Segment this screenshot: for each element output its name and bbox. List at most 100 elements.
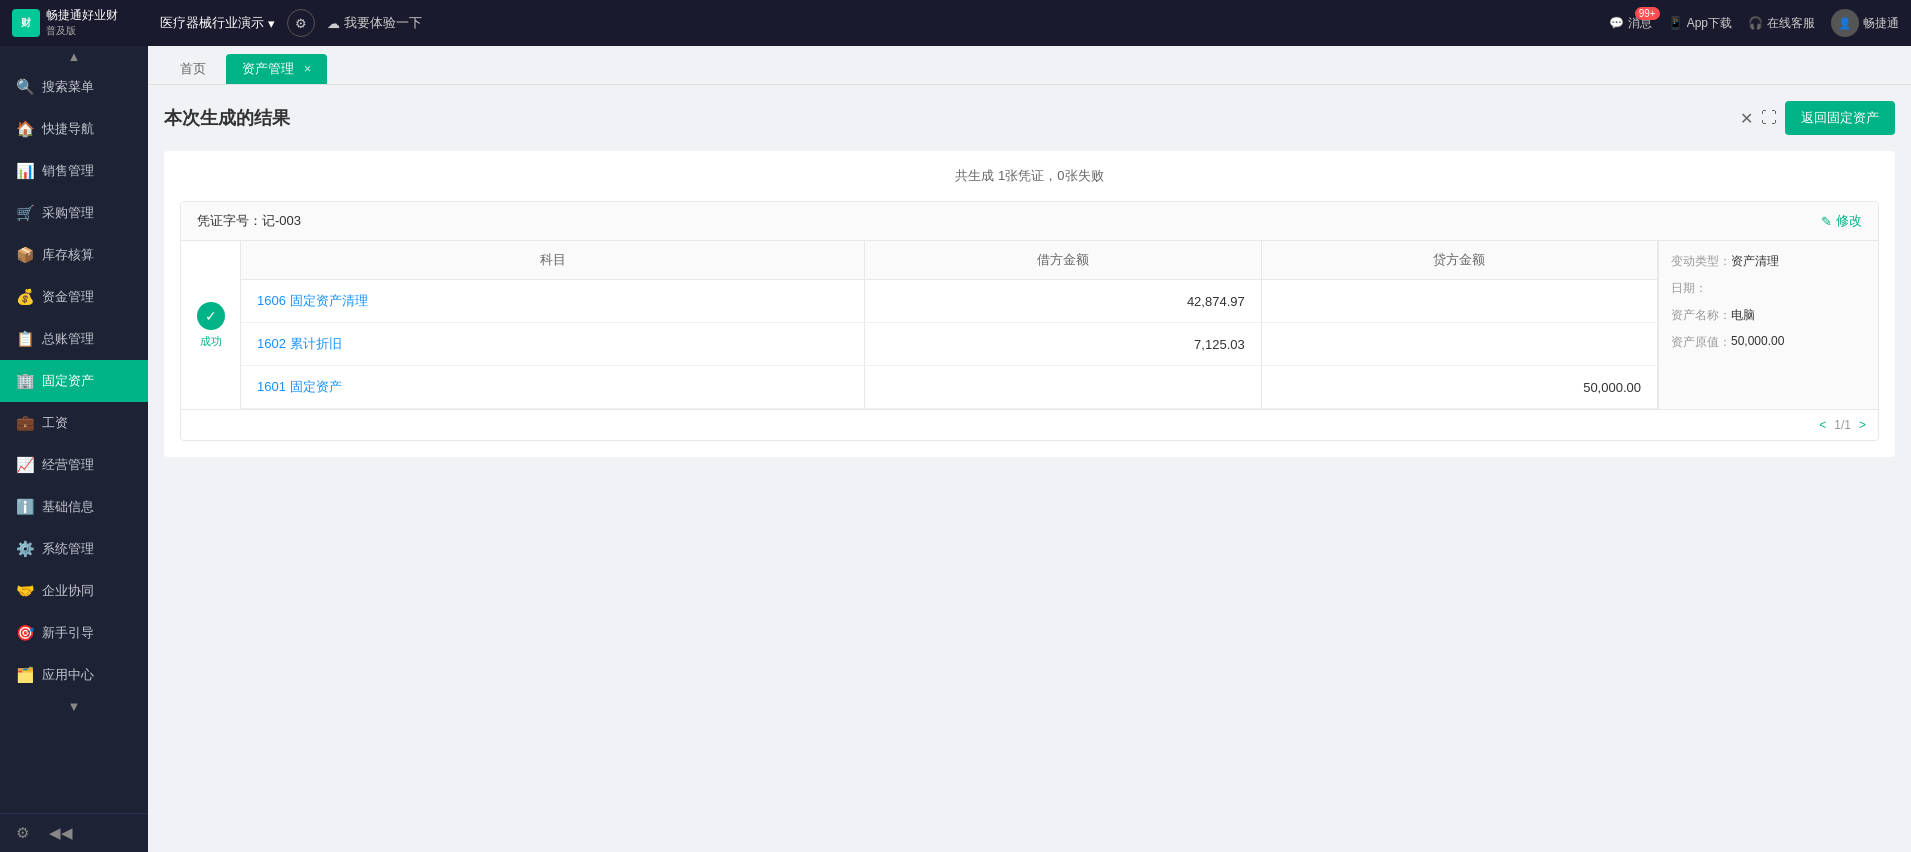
message-button[interactable]: 💬 消息 99+ [1609,15,1652,32]
detail-original-value: 资产原值： 50,000.00 [1671,334,1866,351]
app-download-label: App下载 [1687,15,1732,32]
change-type-label: 变动类型： [1671,253,1731,270]
row3-credit: 50,000.00 [1261,366,1657,409]
sidebar-item-fixed-assets[interactable]: 🏢 固定资产 [0,360,148,402]
voucher-table-wrap: 科目 借方金额 贷方金额 1606 固定资产清理 42,874.97 [241,241,1658,409]
settings-button[interactable]: ⚙ [287,9,315,37]
row2-debit: 7,125.03 [865,323,1261,366]
sidebar-item-guide[interactable]: 🎯 新手引导 [0,612,148,654]
sidebar-item-system[interactable]: ⚙️ 系统管理 [0,528,148,570]
inventory-icon: 📦 [16,246,34,264]
sidebar-item-operations[interactable]: 📈 经营管理 [0,444,148,486]
sidebar-label-funds: 资金管理 [42,288,94,306]
purchase-icon: 🛒 [16,204,34,222]
home-icon: 🏠 [16,120,34,138]
ledger-icon: 📋 [16,330,34,348]
tab-asset-mgmt-label: 资产管理 [242,61,294,76]
online-service-button[interactable]: 🎧 在线客服 [1748,15,1815,32]
table-row: 1601 固定资产 50,000.00 [241,366,1658,409]
collapse-sidebar-button[interactable]: ◀◀ [49,824,73,842]
sidebar-item-funds[interactable]: 💰 资金管理 [0,276,148,318]
sidebar-item-quick-nav[interactable]: 🏠 快捷导航 [0,108,148,150]
sidebar-item-sales[interactable]: 📊 销售管理 [0,150,148,192]
original-value-value: 50,000.00 [1731,334,1784,351]
table-row: 1606 固定资产清理 42,874.97 [241,280,1658,323]
success-circle-icon: ✓ [197,302,225,330]
sidebar-item-enterprise[interactable]: 🤝 企业协同 [0,570,148,612]
sidebar-item-inventory[interactable]: 📦 库存核算 [0,234,148,276]
page-info: 1/1 [1834,418,1851,432]
download-icon: 📱 [1668,16,1683,30]
system-icon: ⚙️ [16,540,34,558]
search-icon: 🔍 [16,78,34,96]
sidebar-scroll-up[interactable]: ▲ [0,46,148,66]
edit-label: 修改 [1836,212,1862,230]
prev-page-button[interactable]: < [1819,418,1826,432]
change-type-value: 资产清理 [1731,253,1779,270]
message-icon: 💬 [1609,16,1624,30]
row2-credit [1261,323,1657,366]
tab-close-icon[interactable]: × [304,61,312,76]
page-content: 本次生成的结果 ✕ ⛶ 返回固定资产 共生成 1张凭证，0张失败 凭证字号：记-… [148,85,1911,852]
payroll-icon: 💼 [16,414,34,432]
sidebar-label-basic-info: 基础信息 [42,498,94,516]
sidebar-label-sales: 销售管理 [42,162,94,180]
sidebar-label-search-menu: 搜索菜单 [42,78,94,96]
edit-icon: ✎ [1821,214,1832,229]
expand-window-button[interactable]: ⛶ [1761,109,1777,127]
sidebar-label-operations: 经营管理 [42,456,94,474]
next-page-button[interactable]: > [1859,418,1866,432]
detail-change-type: 变动类型： 资产清理 [1671,253,1866,270]
operations-icon: 📈 [16,456,34,474]
logo-sub: 普及版 [46,24,118,38]
asset-name-label: 资产名称： [1671,307,1731,324]
sidebar-label-system: 系统管理 [42,540,94,558]
company-name: 医疗器械行业演示 [160,14,264,32]
enterprise-icon: 🤝 [16,582,34,600]
sidebar-item-ledger[interactable]: 📋 总账管理 [0,318,148,360]
success-label: 成功 [200,334,222,349]
tab-home[interactable]: 首页 [164,54,222,84]
settings-bottom-icon[interactable]: ⚙ [16,824,29,842]
tab-home-label: 首页 [180,61,206,76]
sidebar-item-search-menu[interactable]: 🔍 搜索菜单 [0,66,148,108]
voucher-body: ✓ 成功 科目 借方金额 贷方金额 [181,241,1878,409]
tab-bar: 首页 资产管理 × [148,46,1911,85]
row2-subject: 1602 累计折旧 [241,323,865,366]
experience-button[interactable]: ☁ 我要体验一下 [327,14,422,32]
page-header-row: 本次生成的结果 ✕ ⛶ 返回固定资产 [164,101,1895,135]
page-title: 本次生成的结果 [164,106,290,130]
close-window-button[interactable]: ✕ [1740,109,1753,128]
sidebar-item-payroll[interactable]: 💼 工资 [0,402,148,444]
user-area[interactable]: 👤 畅捷通 [1831,9,1899,37]
sidebar-item-purchase[interactable]: 🛒 采购管理 [0,192,148,234]
voucher-header: 凭证字号：记-003 ✎ 修改 [181,202,1878,241]
detail-asset-name: 资产名称： 电脑 [1671,307,1866,324]
success-status-col: ✓ 成功 [181,241,241,409]
voucher-number: 凭证字号：记-003 [197,212,301,230]
fixed-assets-icon: 🏢 [16,372,34,390]
detail-date: 日期： [1671,280,1866,297]
header-middle: 医疗器械行业演示 ▾ ⚙ ☁ 我要体验一下 [160,9,1609,37]
logo-icon: 财 [12,9,40,37]
sidebar-item-basic-info[interactable]: ℹ️ 基础信息 [0,486,148,528]
row3-debit [865,366,1261,409]
username: 畅捷通 [1863,15,1899,32]
app-center-icon: 🗂️ [16,666,34,684]
row1-credit [1261,280,1657,323]
logo-area: 财 畅捷通好业财 普及版 [12,8,160,38]
basic-info-icon: ℹ️ [16,498,34,516]
return-fixed-assets-button[interactable]: 返回固定资产 [1785,101,1895,135]
sidebar-scroll-down[interactable]: ▼ [0,696,148,716]
tab-asset-mgmt[interactable]: 资产管理 × [226,54,327,84]
app-download-button[interactable]: 📱 App下载 [1668,15,1732,32]
edit-voucher-button[interactable]: ✎ 修改 [1821,212,1862,230]
company-selector[interactable]: 医疗器械行业演示 ▾ [160,14,275,32]
experience-label: 我要体验一下 [344,14,422,32]
voucher-detail-panel: 变动类型： 资产清理 日期： 资产名称： 电脑 [1658,241,1878,409]
sidebar-label-purchase: 采购管理 [42,204,94,222]
message-badge: 99+ [1635,7,1660,20]
sidebar-label-inventory: 库存核算 [42,246,94,264]
funds-icon: 💰 [16,288,34,306]
sidebar-item-app-center[interactable]: 🗂️ 应用中心 [0,654,148,696]
